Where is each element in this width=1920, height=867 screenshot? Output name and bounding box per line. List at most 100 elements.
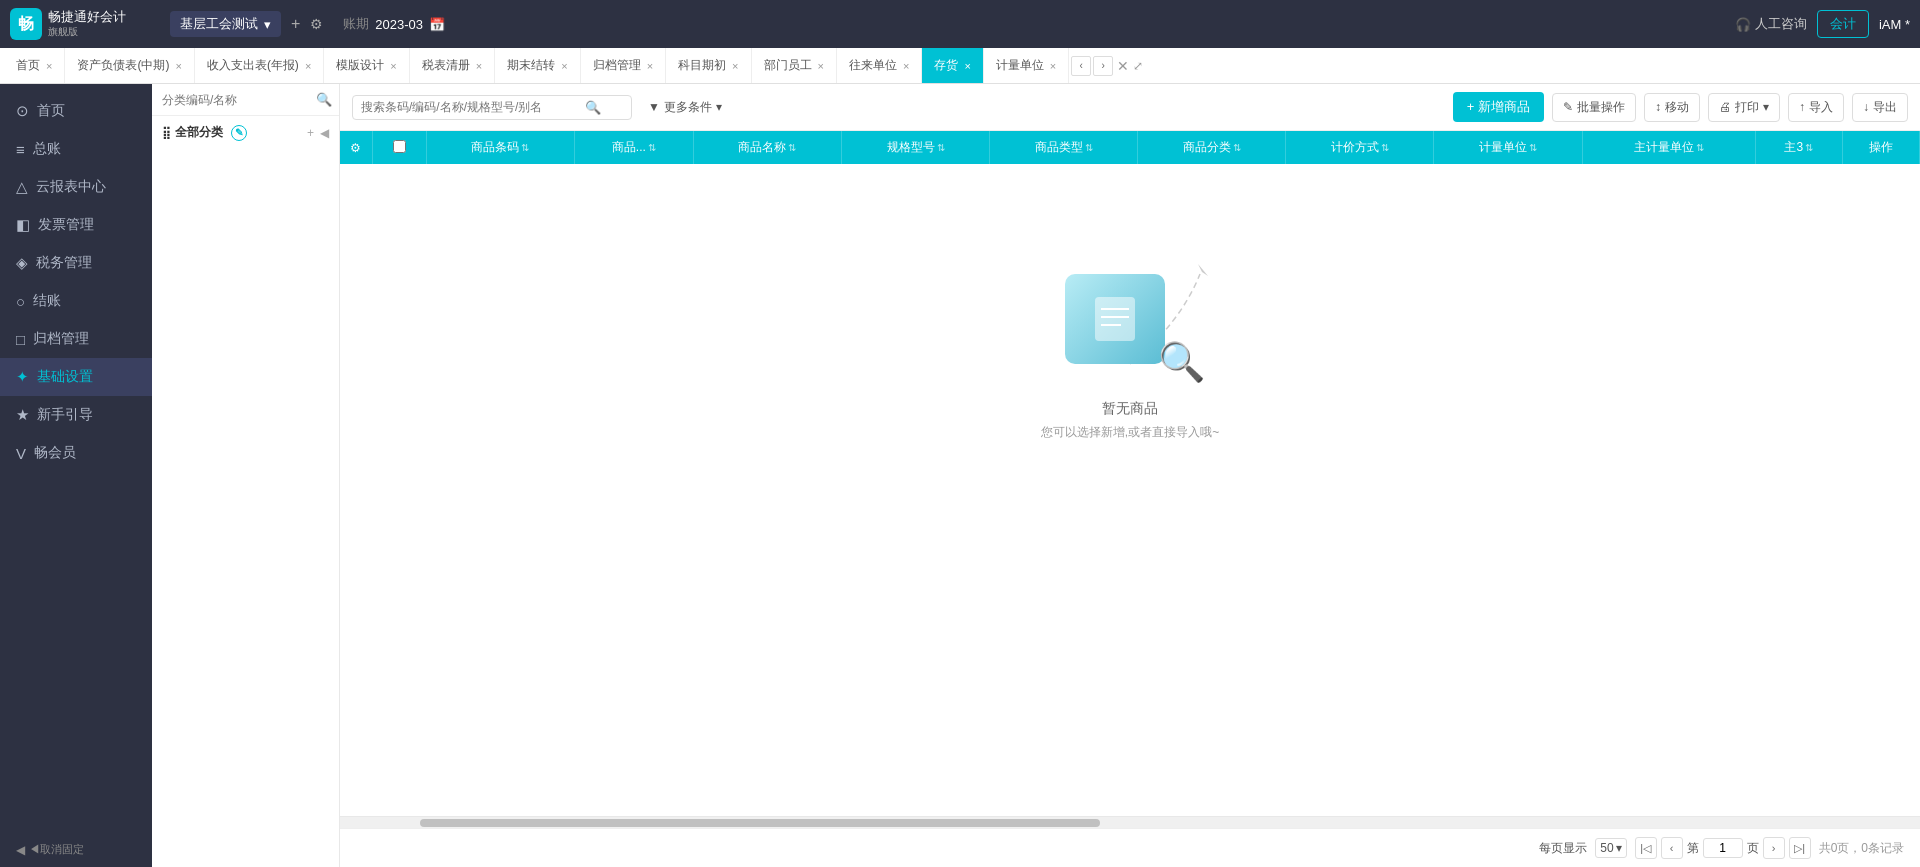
per-page-dropdown-icon: ▾ <box>1616 841 1622 855</box>
col-type[interactable]: 商品类型⇅ <box>990 131 1138 164</box>
print-button[interactable]: 🖨 打印 ▾ <box>1708 93 1780 122</box>
tab-period[interactable]: 期末结转 × <box>495 48 580 84</box>
sidebar-item-ledger[interactable]: ≡ 总账 <box>0 130 152 168</box>
tab-prev-button[interactable]: ‹ <box>1071 56 1091 76</box>
tab-tax-close[interactable]: × <box>476 60 482 72</box>
tab-unit[interactable]: 计量单位 × <box>984 48 1069 84</box>
col-col3[interactable]: 主3⇅ <box>1755 131 1842 164</box>
page-navigation: |◁ ‹ 第 页 › ▷| <box>1635 837 1811 859</box>
sidebar-item-home[interactable]: ⊙ 首页 <box>0 92 152 130</box>
sidebar-item-tax[interactable]: ◈ 税务管理 <box>0 244 152 282</box>
col-code[interactable]: 商品...⇅ <box>574 131 693 164</box>
tab-partner-label: 往来单位 <box>849 57 897 74</box>
col-category[interactable]: 商品分类⇅ <box>1138 131 1286 164</box>
col-main-unit[interactable]: 主计量单位⇅ <box>1582 131 1755 164</box>
tab-template-label: 模版设计 <box>336 57 384 74</box>
sidebar-item-archive[interactable]: □ 归档管理 <box>0 320 152 358</box>
tab-archive[interactable]: 归档管理 × <box>581 48 666 84</box>
export-button[interactable]: ↓ 导出 <box>1852 93 1908 122</box>
sidebar-member-label: 畅会员 <box>34 444 76 462</box>
select-all-checkbox[interactable] <box>393 140 406 153</box>
page-number-input[interactable] <box>1703 838 1743 858</box>
sort-col3-icon: ⇅ <box>1805 142 1813 153</box>
tab-income[interactable]: 收入支出表(年报) × <box>195 48 324 84</box>
sidebar-item-member[interactable]: V 畅会员 <box>0 434 152 472</box>
col-name[interactable]: 商品名称⇅ <box>693 131 841 164</box>
category-search-icon[interactable]: 🔍 <box>316 92 332 107</box>
tab-template[interactable]: 模版设计 × <box>324 48 409 84</box>
scrollbar-thumb[interactable] <box>420 819 1100 827</box>
tab-balance[interactable]: 资产负债表(中期) × <box>65 48 194 84</box>
sidebar-item-guide[interactable]: ★ 新手引导 <box>0 396 152 434</box>
tab-department[interactable]: 部门员工 × <box>752 48 837 84</box>
tab-inventory-close[interactable]: × <box>964 60 970 72</box>
add-tab-icon[interactable]: + <box>291 15 300 33</box>
prev-page-button[interactable]: ‹ <box>1661 837 1683 859</box>
product-search-input[interactable] <box>361 100 581 114</box>
calendar-icon[interactable]: 📅 <box>429 17 445 32</box>
add-category-button[interactable]: + <box>307 126 314 140</box>
import-button[interactable]: ↑ 导入 <box>1788 93 1844 122</box>
sidebar-item-report[interactable]: △ 云报表中心 <box>0 168 152 206</box>
tab-subject[interactable]: 科目期初 × <box>666 48 751 84</box>
consult-button[interactable]: 🎧 人工咨询 <box>1735 15 1807 33</box>
tab-tax[interactable]: 税表清册 × <box>410 48 495 84</box>
tab-archive-close[interactable]: × <box>647 60 653 72</box>
tab-unit-close[interactable]: × <box>1050 60 1056 72</box>
tab-home[interactable]: 首页 × <box>4 48 65 84</box>
period-value: 2023-03 <box>375 17 423 32</box>
tab-subject-close[interactable]: × <box>732 60 738 72</box>
next-page-button[interactable]: › <box>1763 837 1785 859</box>
category-search-input[interactable] <box>162 93 312 107</box>
more-filter-button[interactable]: ▼ 更多条件 ▾ <box>640 95 730 120</box>
category-edit-circle[interactable]: ✎ <box>231 125 247 141</box>
period-label: 账期 <box>343 15 369 33</box>
col-checkbox[interactable] <box>372 131 426 164</box>
tab-partner-close[interactable]: × <box>903 60 909 72</box>
home-icon: ⊙ <box>16 102 29 120</box>
tab-template-close[interactable]: × <box>390 60 396 72</box>
expand-tabs-button[interactable]: ⤢ <box>1133 59 1143 73</box>
product-search-icon[interactable]: 🔍 <box>585 100 601 115</box>
tab-balance-close[interactable]: × <box>175 60 181 72</box>
last-page-button[interactable]: ▷| <box>1789 837 1811 859</box>
category-search: 🔍 <box>152 84 339 116</box>
tab-home-close[interactable]: × <box>46 60 52 72</box>
tab-period-close[interactable]: × <box>561 60 567 72</box>
per-page-selector[interactable]: 50 ▾ <box>1595 838 1626 858</box>
settings-icon[interactable]: ⚙ <box>310 16 323 32</box>
user-label: iAM * <box>1879 17 1910 32</box>
col-settings[interactable]: ⚙ <box>340 131 372 164</box>
col-unit[interactable]: 计量单位⇅ <box>1434 131 1582 164</box>
col-price-method[interactable]: 计价方式⇅ <box>1286 131 1434 164</box>
empty-illustration: 🔍 <box>1050 224 1210 384</box>
col-spec[interactable]: 规格型号⇅ <box>841 131 989 164</box>
collapse-panel-button[interactable]: ◀ <box>320 126 329 140</box>
tab-partner[interactable]: 往来单位 × <box>837 48 922 84</box>
tab-department-close[interactable]: × <box>818 60 824 72</box>
batch-operations-button[interactable]: ✎ 批量操作 <box>1552 93 1636 122</box>
page-unit: 页 <box>1747 840 1759 857</box>
close-all-tabs-button[interactable]: ✕ <box>1117 58 1129 74</box>
add-product-button[interactable]: + 新增商品 <box>1453 92 1544 122</box>
tab-income-close[interactable]: × <box>305 60 311 72</box>
account-button[interactable]: 会计 <box>1817 10 1869 38</box>
company-selector[interactable]: 基层工会测试 ▾ <box>170 11 281 37</box>
sidebar-item-settings[interactable]: ✦ 基础设置 <box>0 358 152 396</box>
sort-main-unit-icon: ⇅ <box>1696 142 1704 153</box>
move-button[interactable]: ↕ 移动 <box>1644 93 1700 122</box>
tab-arrows: ‹ › <box>1071 56 1113 76</box>
logo-area: 畅 畅捷通好会计 旗舰版 <box>10 8 160 40</box>
tab-next-button[interactable]: › <box>1093 56 1113 76</box>
tab-inventory[interactable]: 存货 × <box>922 48 983 84</box>
all-category-label[interactable]: ⣿ 全部分类 ✎ <box>162 124 247 141</box>
unpin-sidebar-button[interactable]: ◀ ◀取消固定 <box>0 832 152 867</box>
move-icon: ↕ <box>1655 100 1661 114</box>
sidebar-item-invoice[interactable]: ◧ 发票管理 <box>0 206 152 244</box>
sidebar-item-checkout[interactable]: ○ 结账 <box>0 282 152 320</box>
first-page-button[interactable]: |◁ <box>1635 837 1657 859</box>
col-barcode[interactable]: 商品条码⇅ <box>426 131 574 164</box>
horizontal-scrollbar[interactable] <box>340 816 1920 828</box>
sidebar-ledger-label: 总账 <box>33 140 61 158</box>
report-icon: △ <box>16 178 28 196</box>
